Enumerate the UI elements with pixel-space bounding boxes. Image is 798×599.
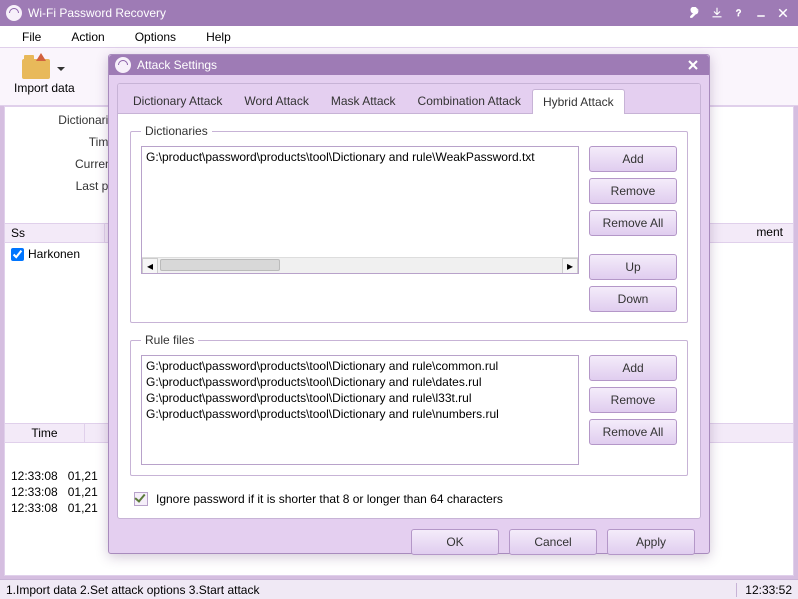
titlebar: Wi-Fi Password Recovery ? — [0, 0, 798, 26]
close-button[interactable] — [772, 2, 794, 24]
import-data-button[interactable]: Import data — [8, 57, 81, 97]
dropdown-icon[interactable] — [56, 66, 66, 72]
menu-help[interactable]: Help — [194, 28, 243, 46]
download-icon[interactable] — [706, 2, 728, 24]
row-ssid: Harkonen — [28, 247, 80, 261]
menu-options[interactable]: Options — [123, 28, 188, 46]
tab-word[interactable]: Word Attack — [233, 88, 319, 113]
help-icon[interactable]: ? — [728, 2, 750, 24]
dict-add-button[interactable]: Add — [589, 146, 677, 172]
rules-remove-button[interactable]: Remove — [589, 387, 677, 413]
list-item[interactable]: G:\product\password\products\tool\Dictio… — [144, 406, 576, 422]
row-checkbox[interactable] — [11, 248, 24, 261]
rules-fieldset: Rule files G:\product\password\products\… — [130, 333, 688, 476]
dict-remove-button[interactable]: Remove — [589, 178, 677, 204]
rules-listbox[interactable]: G:\product\password\products\tool\Dictio… — [141, 355, 579, 465]
scroll-right-icon[interactable]: ▸ — [562, 258, 578, 274]
rules-legend: Rule files — [141, 333, 198, 347]
ok-button[interactable]: OK — [411, 529, 499, 555]
tab-combination[interactable]: Combination Attack — [407, 88, 532, 113]
dialog-icon — [115, 57, 131, 73]
col-ment: ment — [756, 225, 783, 239]
scroll-thumb[interactable] — [160, 259, 280, 271]
h-scrollbar[interactable]: ◂ ▸ — [142, 257, 578, 273]
svg-text:?: ? — [736, 8, 741, 18]
key-icon[interactable] — [684, 2, 706, 24]
menubar: File Action Options Help — [0, 26, 798, 48]
table-row[interactable]: Harkonen — [11, 247, 80, 261]
statusbar: 1.Import data 2.Set attack options 3.Sta… — [0, 579, 798, 599]
list-item[interactable]: G:\product\password\products\tool\Dictio… — [144, 149, 576, 165]
dict-remove-all-button[interactable]: Remove All — [589, 210, 677, 236]
ignore-length-label: Ignore password if it is shorter that 8 … — [156, 492, 503, 506]
tab-dictionary[interactable]: Dictionary Attack — [122, 88, 233, 113]
ignore-length-checkbox[interactable] — [134, 492, 148, 506]
attack-settings-dialog: Attack Settings Dictionary Attack Word A… — [108, 54, 710, 554]
dialog-close-button[interactable] — [683, 55, 703, 75]
cancel-button[interactable]: Cancel — [509, 529, 597, 555]
menu-action[interactable]: Action — [59, 28, 116, 46]
dict-down-button[interactable]: Down — [589, 286, 677, 312]
log-rows: 12:33:0801,21 12:33:0801,21 12:33:0801,2… — [11, 469, 98, 515]
app-icon — [6, 5, 22, 21]
rules-add-button[interactable]: Add — [589, 355, 677, 381]
list-item[interactable]: G:\product\password\products\tool\Dictio… — [144, 374, 576, 390]
menu-file[interactable]: File — [10, 28, 53, 46]
dictionaries-fieldset: Dictionaries G:\product\password\product… — [130, 124, 688, 323]
rules-remove-all-button[interactable]: Remove All — [589, 419, 677, 445]
scroll-left-icon[interactable]: ◂ — [142, 258, 158, 274]
dialog-title: Attack Settings — [137, 58, 683, 72]
tab-hybrid[interactable]: Hybrid Attack — [532, 89, 625, 114]
tab-mask[interactable]: Mask Attack — [320, 88, 407, 113]
tabs: Dictionary Attack Word Attack Mask Attac… — [118, 84, 700, 114]
import-label: Import data — [14, 81, 75, 95]
status-hint: 1.Import data 2.Set attack options 3.Sta… — [6, 583, 736, 597]
status-clock: 12:33:52 — [736, 583, 792, 597]
info-labels: Dictionarie Time Current Last pa — [45, 113, 115, 193]
apply-button[interactable]: Apply — [607, 529, 695, 555]
app-title: Wi-Fi Password Recovery — [28, 6, 684, 20]
dictionaries-listbox[interactable]: G:\product\password\products\tool\Dictio… — [141, 146, 579, 274]
dict-up-button[interactable]: Up — [589, 254, 677, 280]
list-item[interactable]: G:\product\password\products\tool\Dictio… — [144, 390, 576, 406]
folder-icon — [22, 59, 50, 79]
list-item[interactable]: G:\product\password\products\tool\Dictio… — [144, 358, 576, 374]
dialog-titlebar: Attack Settings — [109, 55, 709, 75]
minimize-button[interactable] — [750, 2, 772, 24]
dictionaries-legend: Dictionaries — [141, 124, 212, 138]
